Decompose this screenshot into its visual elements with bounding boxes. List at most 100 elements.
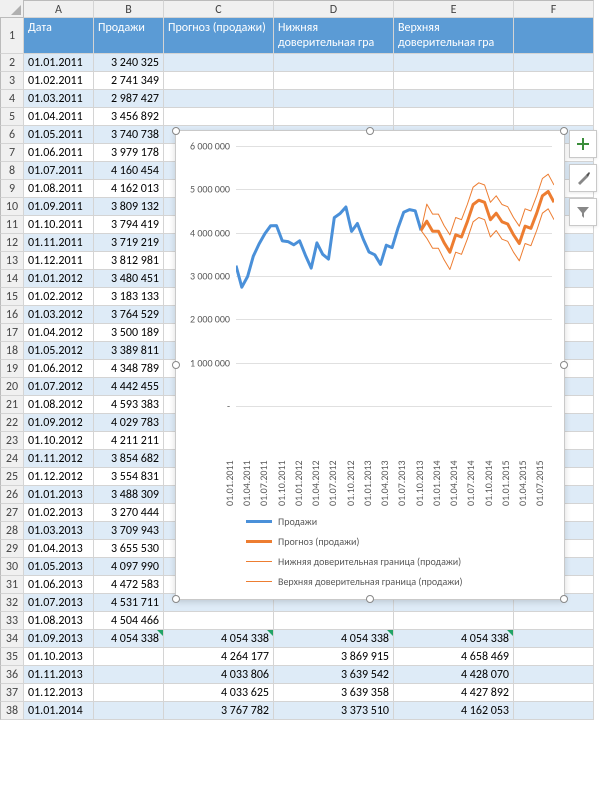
row-header-13[interactable]: 13 bbox=[0, 252, 24, 270]
cell-A26[interactable]: 01.01.2013 bbox=[24, 486, 94, 504]
row-header-29[interactable]: 29 bbox=[0, 540, 24, 558]
cell-B35[interactable] bbox=[94, 648, 164, 666]
cell-B12[interactable]: 3 719 219 bbox=[94, 234, 164, 252]
cell-B6[interactable]: 3 740 738 bbox=[94, 126, 164, 144]
cell-A5[interactable]: 01.04.2011 bbox=[24, 108, 94, 126]
header-cell-E[interactable]: Верхняя доверительная гра bbox=[394, 18, 514, 54]
cell-B34[interactable]: 4 054 338 bbox=[94, 630, 164, 648]
cell-F35[interactable] bbox=[514, 648, 594, 666]
cell-A21[interactable]: 01.08.2012 bbox=[24, 396, 94, 414]
cell-A23[interactable]: 01.10.2012 bbox=[24, 432, 94, 450]
cell-B13[interactable]: 3 812 981 bbox=[94, 252, 164, 270]
cell-B22[interactable]: 4 029 783 bbox=[94, 414, 164, 432]
cell-C5[interactable] bbox=[164, 108, 274, 126]
cell-B33[interactable]: 4 504 466 bbox=[94, 612, 164, 630]
row-header-11[interactable]: 11 bbox=[0, 216, 24, 234]
row-header-16[interactable]: 16 bbox=[0, 306, 24, 324]
cell-C38[interactable]: 3 767 782 bbox=[164, 702, 274, 720]
row-header-26[interactable]: 26 bbox=[0, 486, 24, 504]
row-header-30[interactable]: 30 bbox=[0, 558, 24, 576]
row-header-1[interactable]: 1 bbox=[0, 18, 24, 54]
cell-F34[interactable] bbox=[514, 630, 594, 648]
row-header-31[interactable]: 31 bbox=[0, 576, 24, 594]
row-header-17[interactable]: 17 bbox=[0, 324, 24, 342]
cell-D33[interactable] bbox=[274, 612, 394, 630]
cell-F33[interactable] bbox=[514, 612, 594, 630]
cell-B16[interactable]: 3 764 529 bbox=[94, 306, 164, 324]
cell-B17[interactable]: 3 500 189 bbox=[94, 324, 164, 342]
row-header-33[interactable]: 33 bbox=[0, 612, 24, 630]
row-header-4[interactable]: 4 bbox=[0, 90, 24, 108]
cell-A11[interactable]: 01.10.2011 bbox=[24, 216, 94, 234]
row-header-20[interactable]: 20 bbox=[0, 378, 24, 396]
cell-B10[interactable]: 3 809 132 bbox=[94, 198, 164, 216]
cell-C3[interactable] bbox=[164, 72, 274, 90]
cell-B15[interactable]: 3 183 133 bbox=[94, 288, 164, 306]
cell-A37[interactable]: 01.12.2013 bbox=[24, 684, 94, 702]
chart-styles-button[interactable] bbox=[569, 164, 597, 192]
chart-add-element-button[interactable] bbox=[569, 130, 597, 158]
col-header-C[interactable]: C bbox=[164, 0, 274, 18]
header-cell-F[interactable] bbox=[514, 18, 594, 54]
row-header-24[interactable]: 24 bbox=[0, 450, 24, 468]
cell-E37[interactable]: 4 427 892 bbox=[394, 684, 514, 702]
cell-A16[interactable]: 01.03.2012 bbox=[24, 306, 94, 324]
row-header-34[interactable]: 34 bbox=[0, 630, 24, 648]
cell-A4[interactable]: 01.03.2011 bbox=[24, 90, 94, 108]
cell-F2[interactable] bbox=[514, 54, 594, 72]
cell-F3[interactable] bbox=[514, 72, 594, 90]
cell-A29[interactable]: 01.04.2013 bbox=[24, 540, 94, 558]
col-header-F[interactable]: F bbox=[514, 0, 594, 18]
cell-A19[interactable]: 01.06.2012 bbox=[24, 360, 94, 378]
cell-A6[interactable]: 01.05.2011 bbox=[24, 126, 94, 144]
cell-B32[interactable]: 4 531 711 bbox=[94, 594, 164, 612]
row-header-9[interactable]: 9 bbox=[0, 180, 24, 198]
row-header-35[interactable]: 35 bbox=[0, 648, 24, 666]
cell-A9[interactable]: 01.08.2011 bbox=[24, 180, 94, 198]
cell-E4[interactable] bbox=[394, 90, 514, 108]
forecast-chart[interactable]: -1 000 0002 000 0003 000 0004 000 0005 0… bbox=[175, 130, 565, 600]
cell-B19[interactable]: 4 348 789 bbox=[94, 360, 164, 378]
select-all-corner[interactable] bbox=[0, 0, 24, 18]
cell-E36[interactable]: 4 428 070 bbox=[394, 666, 514, 684]
cell-D3[interactable] bbox=[274, 72, 394, 90]
cell-B27[interactable]: 3 270 444 bbox=[94, 504, 164, 522]
cell-B38[interactable] bbox=[94, 702, 164, 720]
cell-A20[interactable]: 01.07.2012 bbox=[24, 378, 94, 396]
cell-A38[interactable]: 01.01.2014 bbox=[24, 702, 94, 720]
row-header-25[interactable]: 25 bbox=[0, 468, 24, 486]
row-header-8[interactable]: 8 bbox=[0, 162, 24, 180]
row-header-12[interactable]: 12 bbox=[0, 234, 24, 252]
cell-D2[interactable] bbox=[274, 54, 394, 72]
cell-E5[interactable] bbox=[394, 108, 514, 126]
col-header-B[interactable]: B bbox=[94, 0, 164, 18]
cell-B8[interactable]: 4 160 454 bbox=[94, 162, 164, 180]
cell-A22[interactable]: 01.09.2012 bbox=[24, 414, 94, 432]
cell-C2[interactable] bbox=[164, 54, 274, 72]
cell-A27[interactable]: 01.02.2013 bbox=[24, 504, 94, 522]
cell-D35[interactable]: 3 869 915 bbox=[274, 648, 394, 666]
cell-E33[interactable] bbox=[394, 612, 514, 630]
cell-A15[interactable]: 01.02.2012 bbox=[24, 288, 94, 306]
cell-A28[interactable]: 01.03.2013 bbox=[24, 522, 94, 540]
row-header-18[interactable]: 18 bbox=[0, 342, 24, 360]
cell-B31[interactable]: 4 472 583 bbox=[94, 576, 164, 594]
cell-A31[interactable]: 01.06.2013 bbox=[24, 576, 94, 594]
cell-B23[interactable]: 4 211 211 bbox=[94, 432, 164, 450]
row-header-15[interactable]: 15 bbox=[0, 288, 24, 306]
cell-B3[interactable]: 2 741 349 bbox=[94, 72, 164, 90]
cell-B11[interactable]: 3 794 419 bbox=[94, 216, 164, 234]
row-header-23[interactable]: 23 bbox=[0, 432, 24, 450]
cell-A18[interactable]: 01.05.2012 bbox=[24, 342, 94, 360]
row-header-27[interactable]: 27 bbox=[0, 504, 24, 522]
cell-E34[interactable]: 4 054 338 bbox=[394, 630, 514, 648]
cell-F37[interactable] bbox=[514, 684, 594, 702]
cell-A32[interactable]: 01.07.2013 bbox=[24, 594, 94, 612]
header-cell-C[interactable]: Прогноз (продажи) bbox=[164, 18, 274, 54]
header-cell-B[interactable]: Продажи bbox=[94, 18, 164, 54]
row-header-14[interactable]: 14 bbox=[0, 270, 24, 288]
row-header-2[interactable]: 2 bbox=[0, 54, 24, 72]
cell-A17[interactable]: 01.04.2012 bbox=[24, 324, 94, 342]
cell-C33[interactable] bbox=[164, 612, 274, 630]
cell-A8[interactable]: 01.07.2011 bbox=[24, 162, 94, 180]
